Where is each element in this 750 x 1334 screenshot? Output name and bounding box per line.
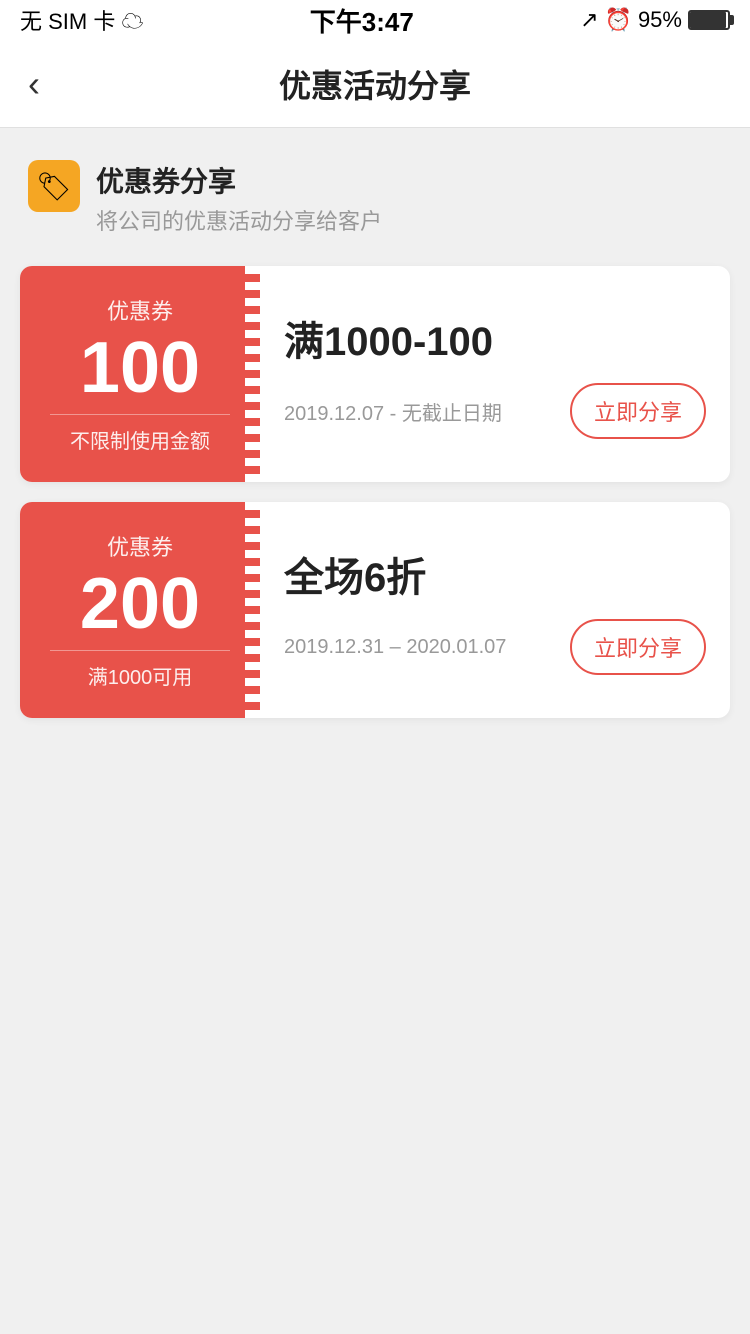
section-text: 优惠券分享 将公司的优惠活动分享给客户 <box>96 160 382 236</box>
coupon-divider-1 <box>50 650 230 651</box>
coupon-divider-0 <box>50 414 230 415</box>
page-rest <box>0 768 750 1268</box>
coupon-bottom-row-1: 2019.12.31 – 2020.01.07 立即分享 <box>284 619 706 675</box>
coupon-date-0: 2019.12.07 - 无截止日期 <box>284 397 502 426</box>
coupon-bottom-row-0: 2019.12.07 - 无截止日期 立即分享 <box>284 383 706 439</box>
nav-bar: ‹ 优惠活动分享 <box>0 40 750 128</box>
battery-icon <box>688 10 730 30</box>
alarm-icon: ⏰ <box>605 7 632 33</box>
coupon-left-0: 优惠券 100 不限制使用金额 <box>20 266 260 482</box>
section-subtitle: 将公司的优惠活动分享给客户 <box>96 204 382 236</box>
status-bar: 无 SIM 卡 ☁ 下午3:47 ↗ ⏰ 95% <box>0 0 750 40</box>
coupon-right-0: 满1000-100 2019.12.07 - 无截止日期 立即分享 <box>260 266 730 482</box>
coupon-amount-0: 100 <box>80 332 200 404</box>
coupon-name-1: 全场6折 <box>284 545 706 603</box>
share-button-1[interactable]: 立即分享 <box>570 619 706 675</box>
section-header: 🏷 优惠券分享 将公司的优惠活动分享给客户 <box>0 128 750 256</box>
no-sim-text: 无 SIM 卡 ☁ <box>20 4 143 36</box>
coupon-amount-1: 200 <box>80 568 200 640</box>
status-time: 下午3:47 <box>310 2 414 39</box>
coupon-card: 优惠券 200 满1000可用 全场6折 2019.12.31 – 2020.0… <box>20 502 730 718</box>
coupon-label-1: 优惠券 <box>107 530 173 562</box>
back-button[interactable]: ‹ <box>28 66 40 102</box>
coupon-card: 优惠券 100 不限制使用金额 满1000-100 2019.12.07 - 无… <box>20 266 730 482</box>
coupon-condition-0: 不限制使用金额 <box>70 425 210 454</box>
share-button-0[interactable]: 立即分享 <box>570 383 706 439</box>
location-icon: ↗ <box>580 7 598 33</box>
coupon-condition-1: 满1000可用 <box>88 661 193 690</box>
coupon-list: 优惠券 100 不限制使用金额 满1000-100 2019.12.07 - 无… <box>0 256 750 768</box>
status-left: 无 SIM 卡 ☁ <box>20 4 143 36</box>
coupon-date-1: 2019.12.31 – 2020.01.07 <box>284 636 506 659</box>
coupon-name-0: 满1000-100 <box>284 309 706 367</box>
page-title: 优惠活动分享 <box>279 61 471 107</box>
coupon-left-1: 优惠券 200 满1000可用 <box>20 502 260 718</box>
section-title: 优惠券分享 <box>96 160 382 200</box>
status-right: ↗ ⏰ 95% <box>580 7 730 33</box>
section-icon: 🏷 <box>28 160 80 212</box>
battery-percent: 95% <box>638 7 682 33</box>
coupon-right-1: 全场6折 2019.12.31 – 2020.01.07 立即分享 <box>260 502 730 718</box>
coupon-icon: 🏷 <box>36 170 72 203</box>
coupon-label-0: 优惠券 <box>107 294 173 326</box>
